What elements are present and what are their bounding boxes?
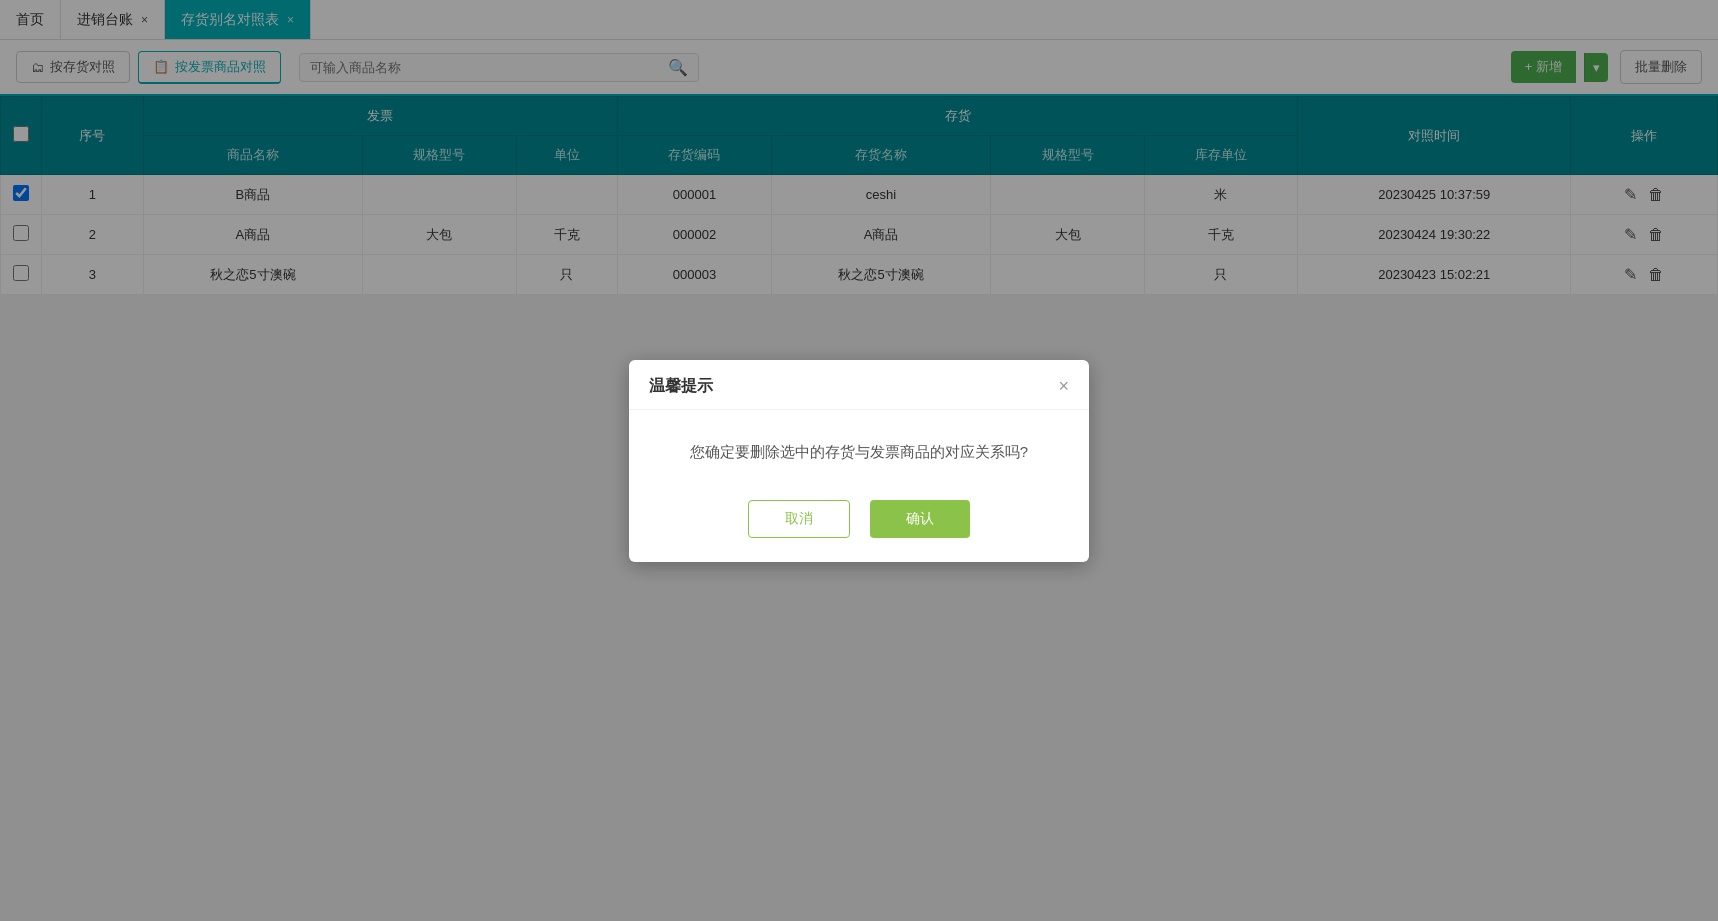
overlay[interactable]: 温馨提示 × 您确定要删除选中的存货与发票商品的对应关系吗? 取消 确认	[0, 0, 1718, 295]
